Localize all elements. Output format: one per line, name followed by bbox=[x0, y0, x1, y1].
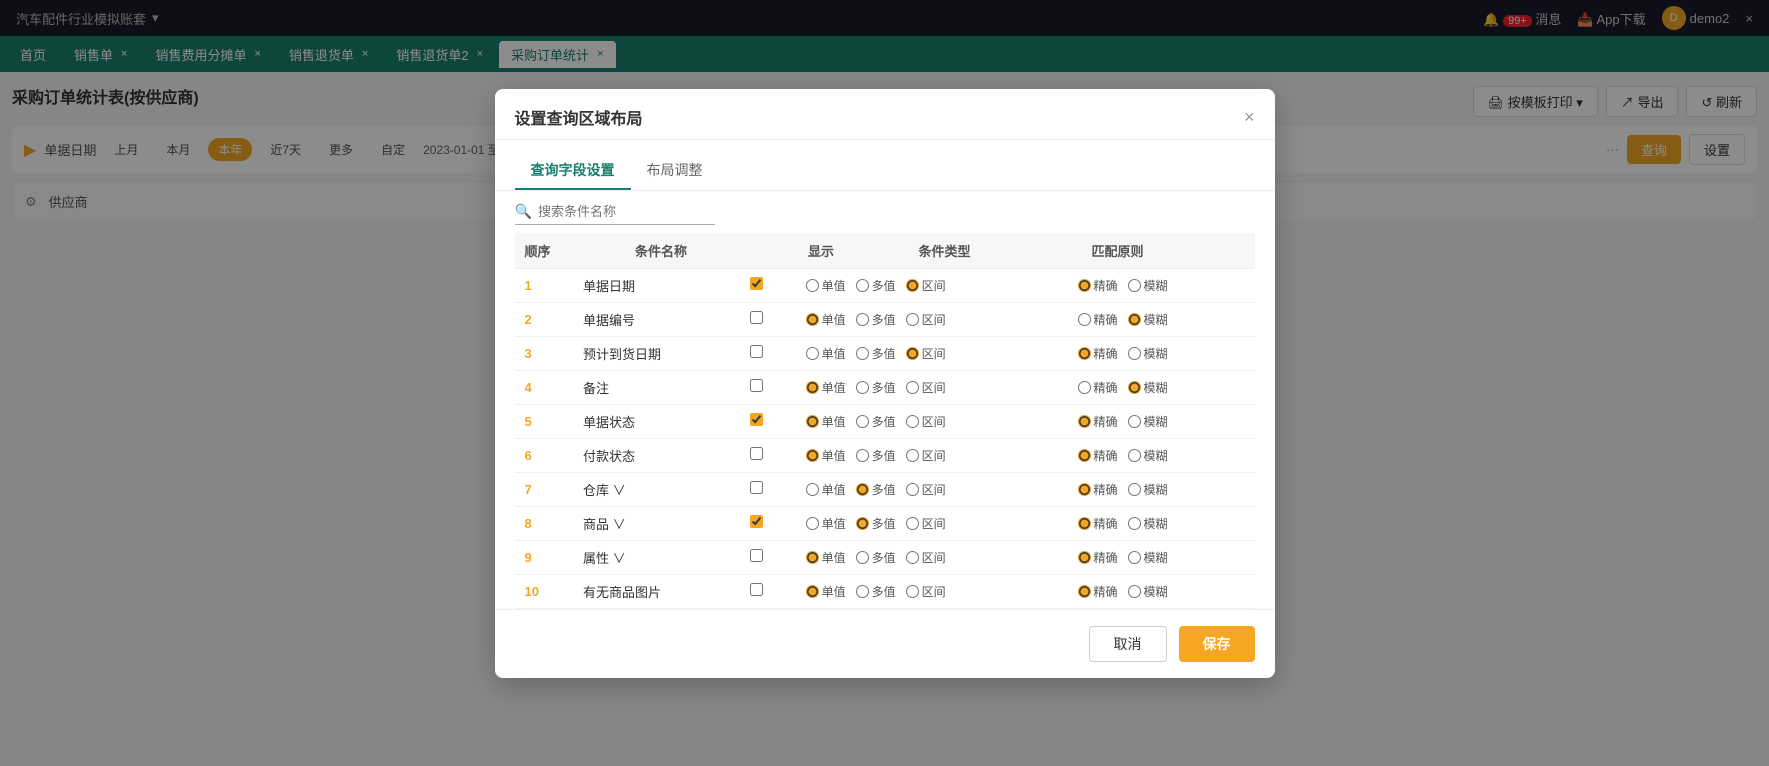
modal-header: 设置查询区域布局 × bbox=[495, 89, 1275, 140]
th-order: 顺序 bbox=[515, 233, 626, 269]
cell-match[interactable]: 精确模糊 bbox=[1068, 269, 1255, 303]
cell-name: 有无商品图片 bbox=[573, 574, 740, 608]
table-scroll-area: 1单据日期单值多值区间精确模糊2单据编号单值多值区间精确模糊3预计到货日期单值多… bbox=[515, 269, 1255, 609]
modal-tabs: 查询字段设置 布局调整 bbox=[495, 140, 1275, 191]
table-row: 7仓库 ∨ 单值多值区间精确模糊 bbox=[515, 472, 1255, 506]
cell-name: 付款状态 bbox=[573, 438, 740, 472]
cell-type[interactable]: 单值多值区间 bbox=[796, 540, 1068, 574]
cell-display[interactable] bbox=[740, 472, 796, 506]
cell-type[interactable]: 单值多值区间 bbox=[796, 506, 1068, 540]
table-row: 3预计到货日期 单值多值区间精确模糊 bbox=[515, 336, 1255, 370]
cell-name: 单据日期 bbox=[573, 269, 740, 303]
cell-display[interactable] bbox=[740, 506, 796, 540]
cell-name: 预计到货日期 bbox=[573, 336, 740, 370]
display-checkbox[interactable] bbox=[750, 277, 763, 290]
display-checkbox[interactable] bbox=[750, 379, 763, 392]
cell-type[interactable]: 单值多值区间 bbox=[796, 269, 1068, 303]
cell-match[interactable]: 精确模糊 bbox=[1068, 336, 1255, 370]
th-display: 显示 bbox=[798, 233, 909, 269]
display-checkbox[interactable] bbox=[750, 413, 763, 426]
table-row: 10有无商品图片 单值多值区间精确模糊 bbox=[515, 574, 1255, 608]
display-checkbox[interactable] bbox=[750, 447, 763, 460]
search-box: 🔍 bbox=[515, 203, 715, 225]
modal-overlay: 设置查询区域布局 × 查询字段设置 布局调整 🔍 顺序 条件名称 显示 bbox=[0, 0, 1769, 766]
cell-match[interactable]: 精确模糊 bbox=[1068, 302, 1255, 336]
table-row: 6付款状态 单值多值区间精确模糊 bbox=[515, 438, 1255, 472]
cell-order: 7 bbox=[515, 472, 574, 506]
modal-tab-query-fields[interactable]: 查询字段设置 bbox=[515, 152, 631, 190]
cell-name: 商品 ∨ bbox=[573, 506, 740, 540]
modal-close-button[interactable]: × bbox=[1244, 108, 1255, 126]
cell-type[interactable]: 单值多值区间 bbox=[796, 574, 1068, 608]
modal-table-wrap: 顺序 条件名称 显示 条件类型 匹配原则 1单据日期单值多值区间精确模糊2单据编… bbox=[495, 233, 1275, 609]
cell-display[interactable] bbox=[740, 404, 796, 438]
table-row: 4备注 单值多值区间精确模糊 bbox=[515, 370, 1255, 404]
cell-order: 10 bbox=[515, 574, 574, 608]
cell-order: 5 bbox=[515, 404, 574, 438]
cell-display[interactable] bbox=[740, 438, 796, 472]
cell-type[interactable]: 单值多值区间 bbox=[796, 370, 1068, 404]
display-checkbox[interactable] bbox=[750, 515, 763, 528]
cell-type[interactable]: 单值多值区间 bbox=[796, 438, 1068, 472]
cell-match[interactable]: 精确模糊 bbox=[1068, 404, 1255, 438]
cell-name: 仓库 ∨ bbox=[573, 472, 740, 506]
cell-match[interactable]: 精确模糊 bbox=[1068, 574, 1255, 608]
cell-type[interactable]: 单值多值区间 bbox=[796, 404, 1068, 438]
cell-order: 6 bbox=[515, 438, 574, 472]
table-head: 顺序 条件名称 显示 条件类型 匹配原则 bbox=[515, 233, 1255, 269]
cell-match[interactable]: 精确模糊 bbox=[1068, 472, 1255, 506]
search-input[interactable] bbox=[538, 204, 698, 219]
cell-display[interactable] bbox=[740, 540, 796, 574]
cell-order: 3 bbox=[515, 336, 574, 370]
cell-type[interactable]: 单值多值区间 bbox=[796, 302, 1068, 336]
display-checkbox[interactable] bbox=[750, 481, 763, 494]
modal-dialog: 设置查询区域布局 × 查询字段设置 布局调整 🔍 顺序 条件名称 显示 bbox=[495, 89, 1275, 678]
conditions-data-table: 1单据日期单值多值区间精确模糊2单据编号单值多值区间精确模糊3预计到货日期单值多… bbox=[515, 269, 1255, 609]
th-cond-name: 条件名称 bbox=[625, 233, 798, 269]
cell-name: 单据状态 bbox=[573, 404, 740, 438]
display-checkbox[interactable] bbox=[750, 549, 763, 562]
table-row: 8商品 ∨ 单值多值区间精确模糊 bbox=[515, 506, 1255, 540]
table-row: 9属性 ∨ 单值多值区间精确模糊 bbox=[515, 540, 1255, 574]
modal-title: 设置查询区域布局 bbox=[515, 105, 643, 129]
cell-display[interactable] bbox=[740, 370, 796, 404]
cell-match[interactable]: 精确模糊 bbox=[1068, 540, 1255, 574]
cell-match[interactable]: 精确模糊 bbox=[1068, 438, 1255, 472]
th-match-rule: 匹配原则 bbox=[1081, 233, 1254, 269]
display-checkbox[interactable] bbox=[750, 583, 763, 596]
cell-display[interactable] bbox=[740, 269, 796, 303]
cell-order: 9 bbox=[515, 540, 574, 574]
cell-order: 8 bbox=[515, 506, 574, 540]
cell-display[interactable] bbox=[740, 302, 796, 336]
cell-order: 1 bbox=[515, 269, 574, 303]
cell-match[interactable]: 精确模糊 bbox=[1068, 370, 1255, 404]
cell-display[interactable] bbox=[740, 336, 796, 370]
modal-footer: 取消 保存 bbox=[495, 609, 1275, 678]
table-body: 1单据日期单值多值区间精确模糊2单据编号单值多值区间精确模糊3预计到货日期单值多… bbox=[515, 269, 1255, 609]
modal-search-area: 🔍 bbox=[495, 191, 1275, 233]
table-row: 1单据日期 单值多值区间精确模糊 bbox=[515, 269, 1255, 303]
cell-display[interactable] bbox=[740, 574, 796, 608]
display-checkbox[interactable] bbox=[750, 311, 763, 324]
cell-name: 单据编号 bbox=[573, 302, 740, 336]
table-row: 5单据状态 单值多值区间精确模糊 bbox=[515, 404, 1255, 438]
table-row: 2单据编号 单值多值区间精确模糊 bbox=[515, 302, 1255, 336]
cell-name: 属性 ∨ bbox=[573, 540, 740, 574]
cell-type[interactable]: 单值多值区间 bbox=[796, 336, 1068, 370]
conditions-table: 顺序 条件名称 显示 条件类型 匹配原则 bbox=[515, 233, 1255, 269]
cell-match[interactable]: 精确模糊 bbox=[1068, 506, 1255, 540]
display-checkbox[interactable] bbox=[750, 345, 763, 358]
modal-tab-layout[interactable]: 布局调整 bbox=[631, 152, 719, 190]
save-button[interactable]: 保存 bbox=[1179, 626, 1255, 662]
cell-order: 2 bbox=[515, 302, 574, 336]
cell-order: 4 bbox=[515, 370, 574, 404]
search-icon: 🔍 bbox=[515, 203, 532, 220]
cell-type[interactable]: 单值多值区间 bbox=[796, 472, 1068, 506]
cancel-button[interactable]: 取消 bbox=[1089, 626, 1167, 662]
th-cond-type: 条件类型 bbox=[909, 233, 1082, 269]
cell-name: 备注 bbox=[573, 370, 740, 404]
